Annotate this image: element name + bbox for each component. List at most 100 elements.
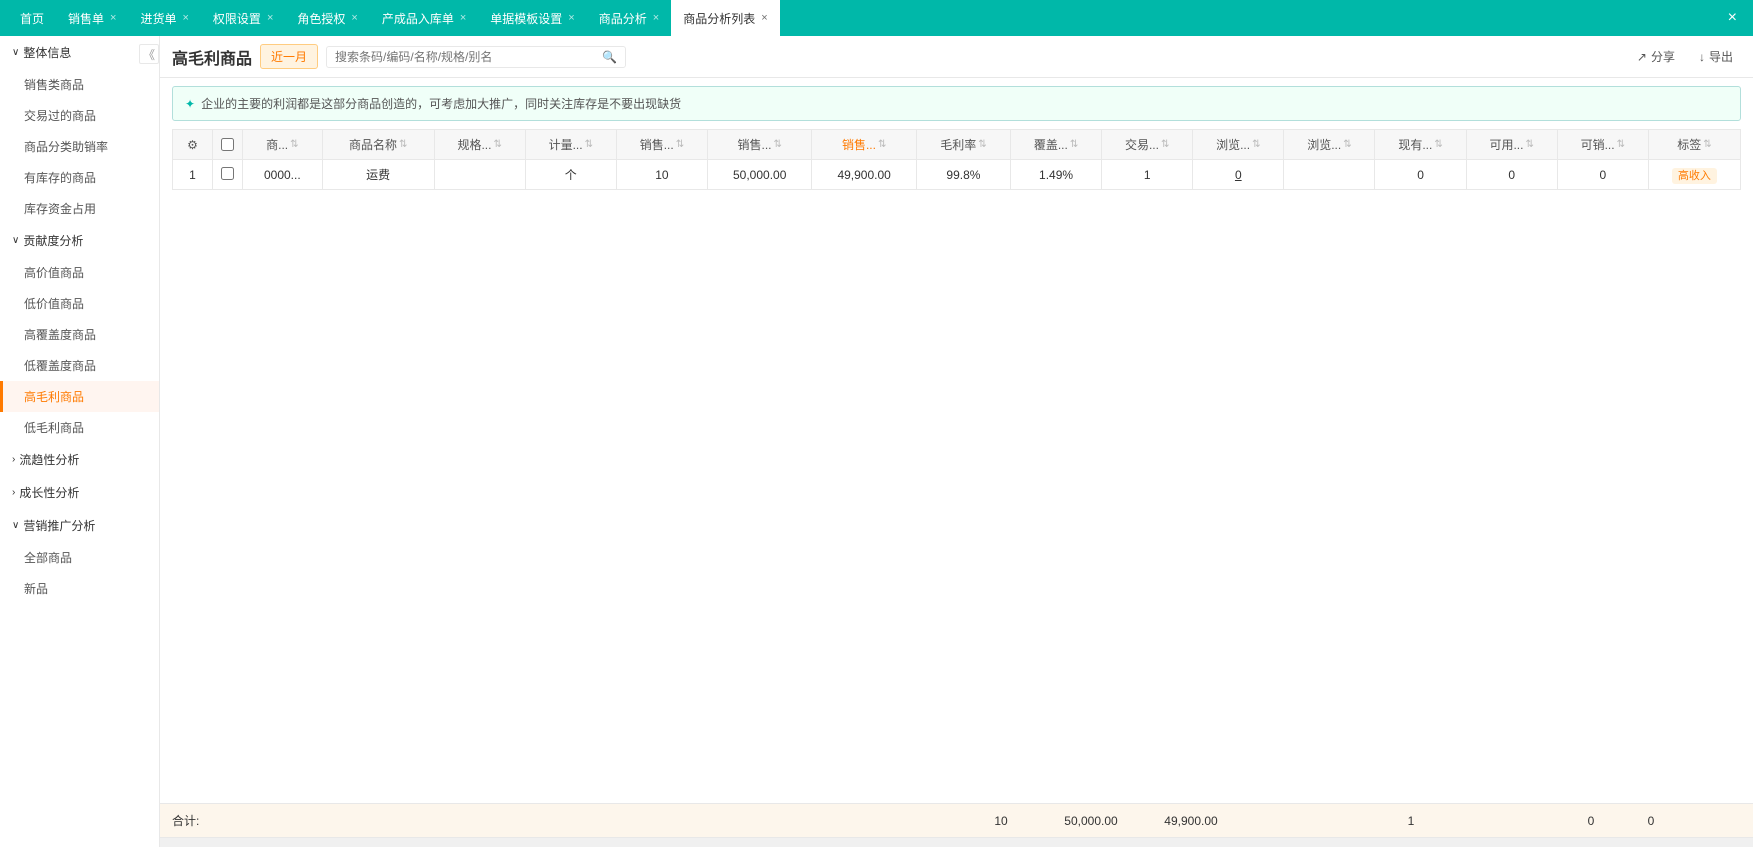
- cell-browse2: [1284, 160, 1375, 190]
- table-row: 1 0000... 运费 个 10 50,000.00 49,900.00 99…: [173, 160, 1741, 190]
- section-arrow-contribution: ∨: [12, 235, 19, 246]
- cell-available: 0: [1466, 160, 1557, 190]
- search-icon[interactable]: 🔍: [602, 50, 617, 64]
- nav-close-analysis-list[interactable]: ×: [761, 12, 767, 24]
- nav-close-template[interactable]: ×: [568, 12, 574, 24]
- col-checkbox[interactable]: [213, 130, 243, 160]
- row-checkbox[interactable]: [221, 167, 234, 180]
- cell-sales3: 49,900.00: [812, 160, 916, 190]
- col-code[interactable]: 商...⇅: [243, 130, 323, 160]
- col-available[interactable]: 可用...⇅: [1466, 130, 1557, 160]
- sidebar-section-marketing[interactable]: ∨ 营销推广分析: [0, 509, 159, 542]
- col-tag[interactable]: 标签⇅: [1648, 130, 1740, 160]
- header-actions: ↗ 分享 ↓ 导出: [1629, 45, 1741, 68]
- footer-sales3: 49,900.00: [1141, 814, 1241, 828]
- search-input[interactable]: [335, 50, 602, 64]
- info-banner: ✦ 企业的主要的利润都是这部分商品创造的，可考虑加大推广，同时关注库存是不要出现…: [172, 86, 1741, 121]
- share-icon: ↗: [1637, 50, 1647, 64]
- sidebar-collapse-button[interactable]: 《: [139, 44, 159, 64]
- section-arrow-marketing: ∨: [12, 520, 19, 531]
- cell-stock: 0: [1375, 160, 1466, 190]
- nav-analysis-list[interactable]: 商品分析列表 ×: [671, 0, 779, 36]
- sidebar-item-new-products[interactable]: 新品: [0, 573, 159, 604]
- sidebar-item-category-sales-rate[interactable]: 商品分类助销率: [0, 131, 159, 162]
- nav-product-analysis[interactable]: 商品分析 ×: [587, 0, 671, 36]
- footer-totals-bar: 合计: 10 50,000.00 49,900.00 1 0 0: [160, 803, 1753, 837]
- export-button[interactable]: ↓ 导出: [1691, 45, 1741, 68]
- sidebar: 《 ∨ 整体信息 销售类商品 交易过的商品 商品分类助销率 有库存的商品 库存资…: [0, 36, 160, 847]
- cell-browse1[interactable]: 0: [1193, 160, 1284, 190]
- nav-sales-order[interactable]: 销售单 ×: [56, 0, 128, 36]
- data-table: ⚙ 商...⇅ 商品名称⇅ 规格...⇅: [172, 129, 1741, 190]
- sidebar-item-low-coverage[interactable]: 低覆盖度商品: [0, 350, 159, 381]
- col-sales3[interactable]: 销售...⇅: [812, 130, 916, 160]
- sidebar-section-growth[interactable]: › 成长性分析: [0, 476, 159, 509]
- horizontal-scrollbar[interactable]: [160, 837, 1753, 847]
- cell-gross-rate: 99.8%: [916, 160, 1010, 190]
- sidebar-item-high-margin[interactable]: 高毛利商品: [0, 381, 159, 412]
- select-all-checkbox[interactable]: [221, 138, 234, 151]
- col-gross-rate[interactable]: 毛利率⇅: [916, 130, 1010, 160]
- sidebar-item-stock-capital[interactable]: 库存资金占用: [0, 193, 159, 224]
- nav-close-purchase[interactable]: ×: [182, 12, 188, 24]
- col-spec[interactable]: 规格...⇅: [434, 130, 525, 160]
- cell-spec: [434, 160, 525, 190]
- col-settings[interactable]: ⚙: [173, 130, 213, 160]
- filter-period-button[interactable]: 近一月: [260, 44, 318, 69]
- cell-name: 运费: [322, 160, 434, 190]
- col-coverage[interactable]: 覆盖...⇅: [1010, 130, 1101, 160]
- sidebar-item-sales-products[interactable]: 销售类商品: [0, 69, 159, 100]
- cell-trade: 1: [1102, 160, 1193, 190]
- section-arrow-trend: ›: [12, 454, 15, 465]
- nav-close-sales[interactable]: ×: [110, 12, 116, 24]
- col-trade[interactable]: 交易...⇅: [1102, 130, 1193, 160]
- nav-home[interactable]: 首页: [8, 0, 56, 36]
- nav-product-storage[interactable]: 产成品入库单 ×: [370, 0, 478, 36]
- window-close-button[interactable]: ×: [1720, 9, 1745, 27]
- col-stock[interactable]: 现有...⇅: [1375, 130, 1466, 160]
- cell-code: 0000...: [243, 160, 323, 190]
- col-sales1[interactable]: 销售...⇅: [616, 130, 707, 160]
- nav-roles[interactable]: 角色授权 ×: [285, 0, 369, 36]
- col-product-name[interactable]: 商品名称⇅: [322, 130, 434, 160]
- total-label: 合计:: [172, 812, 252, 829]
- content-header: 高毛利商品 近一月 🔍 ↗ 分享 ↓ 导出: [160, 36, 1753, 78]
- col-sales2[interactable]: 销售...⇅: [707, 130, 811, 160]
- sidebar-item-high-value[interactable]: 高价值商品: [0, 257, 159, 288]
- nav-permissions[interactable]: 权限设置 ×: [201, 0, 285, 36]
- content-area: 高毛利商品 近一月 🔍 ↗ 分享 ↓ 导出 ✦ 企业的主要的利润都是这部分商品创…: [160, 36, 1753, 847]
- footer-trade: 1: [1381, 814, 1441, 828]
- sidebar-item-all-products[interactable]: 全部商品: [0, 542, 159, 573]
- nav-close-permissions[interactable]: ×: [267, 12, 273, 24]
- sidebar-section-overall[interactable]: ∨ 整体信息: [0, 36, 159, 69]
- footer-sales2: 50,000.00: [1041, 814, 1141, 828]
- col-unit[interactable]: 计量...⇅: [525, 130, 616, 160]
- cell-checkbox[interactable]: [213, 160, 243, 190]
- browse1-link[interactable]: 0: [1235, 168, 1242, 182]
- sidebar-section-trend[interactable]: › 流趋性分析: [0, 443, 159, 476]
- section-arrow-overall: ∨: [12, 47, 19, 58]
- nav-close-product-storage[interactable]: ×: [460, 12, 466, 24]
- cell-tag: 高收入: [1648, 160, 1740, 190]
- share-button[interactable]: ↗ 分享: [1629, 45, 1683, 68]
- section-arrow-growth: ›: [12, 487, 15, 498]
- nav-purchase[interactable]: 进货单 ×: [128, 0, 200, 36]
- sidebar-item-low-margin[interactable]: 低毛利商品: [0, 412, 159, 443]
- col-sellable[interactable]: 可销...⇅: [1557, 130, 1648, 160]
- nav-close-analysis[interactable]: ×: [653, 12, 659, 24]
- table-body: 1 0000... 运费 个 10 50,000.00 49,900.00 99…: [173, 160, 1741, 190]
- nav-close-roles[interactable]: ×: [351, 12, 357, 24]
- sidebar-section-contribution[interactable]: ∨ 贡献度分析: [0, 224, 159, 257]
- sidebar-item-low-value[interactable]: 低价值商品: [0, 288, 159, 319]
- cell-sales2: 50,000.00: [707, 160, 811, 190]
- cell-unit: 个: [525, 160, 616, 190]
- tag-badge: 高收入: [1672, 168, 1717, 184]
- col-browse1[interactable]: 浏览...⇅: [1193, 130, 1284, 160]
- col-browse2[interactable]: 浏览...⇅: [1284, 130, 1375, 160]
- data-table-container: ⚙ 商...⇅ 商品名称⇅ 规格...⇅: [172, 129, 1741, 803]
- main-layout: 《 ∨ 整体信息 销售类商品 交易过的商品 商品分类助销率 有库存的商品 库存资…: [0, 36, 1753, 847]
- sidebar-item-high-coverage[interactable]: 高覆盖度商品: [0, 319, 159, 350]
- nav-template-settings[interactable]: 单据模板设置 ×: [478, 0, 586, 36]
- sidebar-item-traded-products[interactable]: 交易过的商品: [0, 100, 159, 131]
- sidebar-item-in-stock-products[interactable]: 有库存的商品: [0, 162, 159, 193]
